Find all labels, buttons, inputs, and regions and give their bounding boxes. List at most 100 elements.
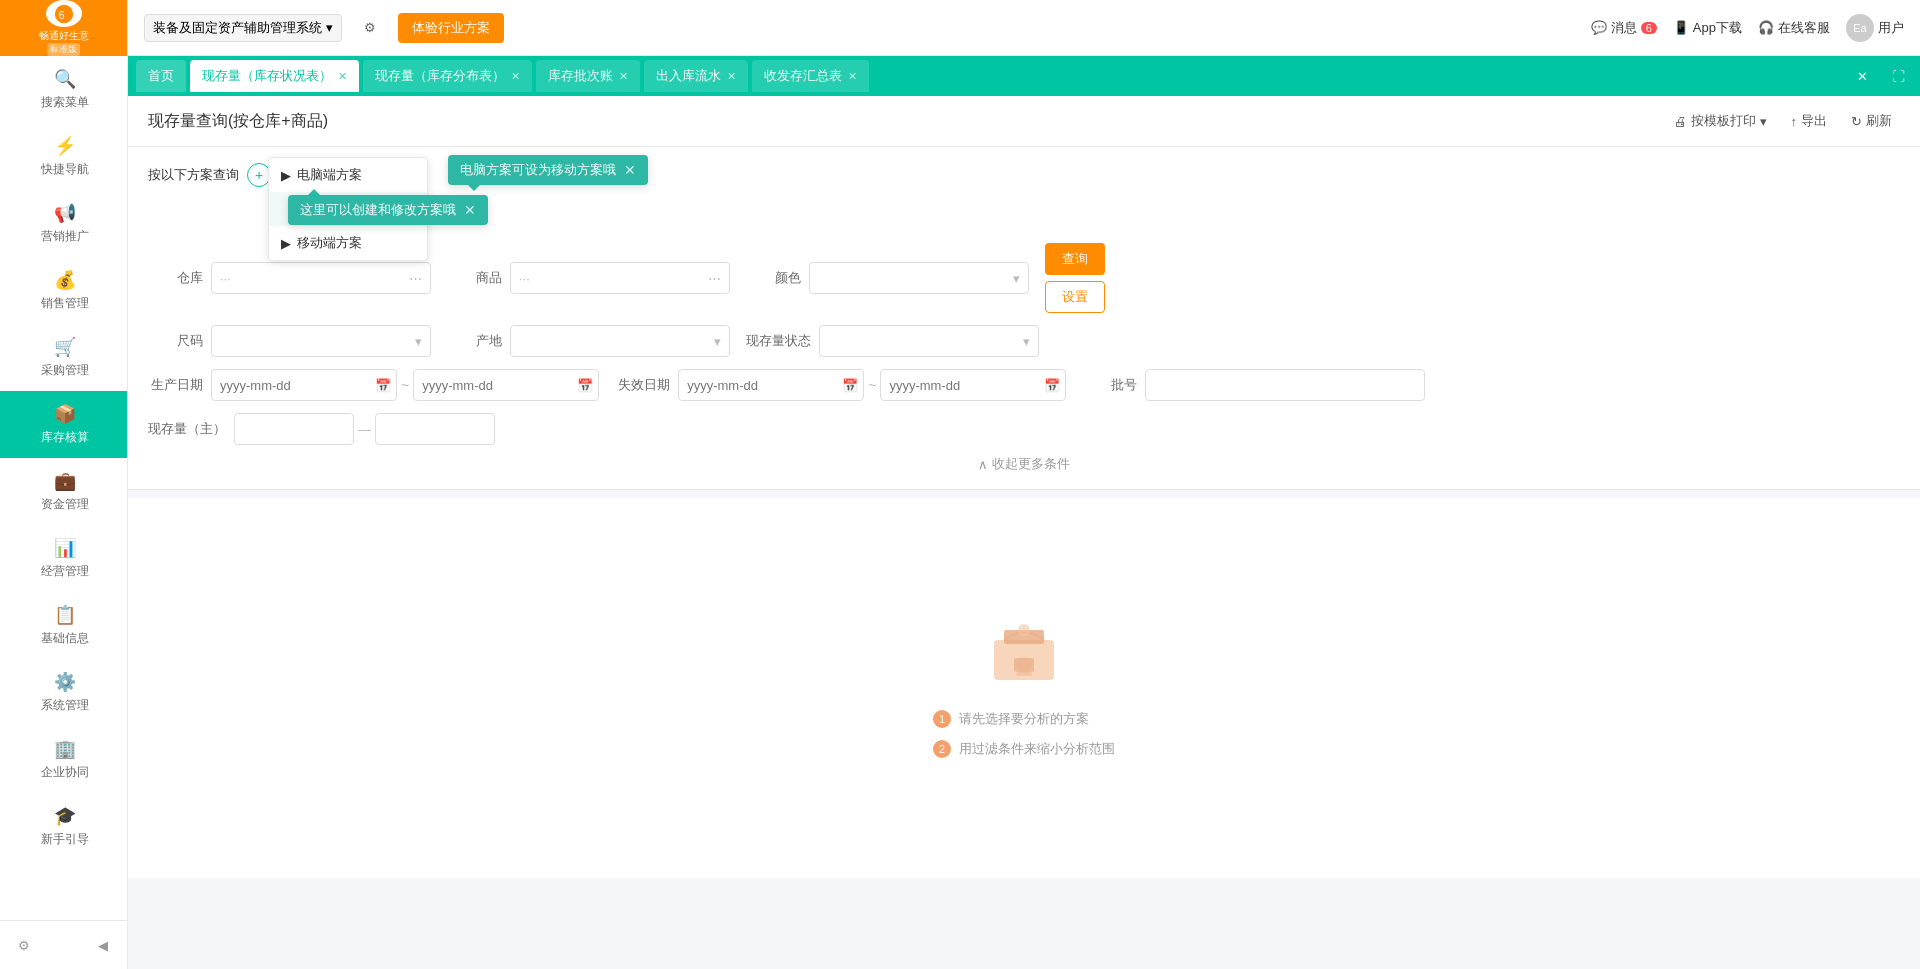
collapse-btn[interactable]: ∧ 收起更多条件: [978, 455, 1070, 473]
header-settings-btn[interactable]: ⚙: [354, 12, 386, 44]
color-select[interactable]: ▾: [809, 262, 1029, 294]
goods-placeholder: ···: [519, 271, 530, 286]
app-download-btn[interactable]: 📱 App下载: [1673, 19, 1742, 37]
stock-qty-max-input[interactable]: [375, 413, 495, 445]
search-button-area: 查询 设置: [1045, 243, 1105, 313]
tab-home[interactable]: 首页: [136, 60, 186, 92]
sidebar-item-marketing[interactable]: 📢 营销推广: [0, 190, 127, 257]
stock-qty-min-input[interactable]: [234, 413, 354, 445]
step-2-num: 2: [933, 740, 951, 758]
sidebar-item-guide[interactable]: 🎓 新手引导: [0, 793, 127, 860]
message-btn[interactable]: 💬 消息 6: [1591, 19, 1657, 37]
tab-stock-status[interactable]: 现存量（库存状况表） ✕: [190, 60, 359, 92]
prod-date-range: 📅 ~ 📅: [211, 369, 599, 401]
batch-field: 批号: [1082, 369, 1425, 401]
schema-item-pc[interactable]: ▶ 电脑端方案: [269, 158, 427, 192]
sidebar-item-sales[interactable]: 💰 销售管理: [0, 257, 127, 324]
tab-recv-summary-close[interactable]: ✕: [848, 70, 857, 83]
enterprise-icon: 🏢: [54, 738, 76, 760]
prod-date-label: 生产日期: [148, 376, 203, 394]
user-label: 用户: [1878, 19, 1904, 37]
prod-date-start-wrapper: 📅: [211, 369, 397, 401]
tab-stock-status-close[interactable]: ✕: [338, 70, 347, 83]
stock-status-expand-icon: ▾: [1023, 334, 1030, 349]
collapse-sidebar-btn[interactable]: ◀: [89, 931, 117, 959]
origin-select[interactable]: ▾: [510, 325, 730, 357]
tab-stock-dist[interactable]: 现存量（库存分布表） ✕: [363, 60, 532, 92]
tab-stock-batch-close[interactable]: ✕: [619, 70, 628, 83]
industry-plan-button[interactable]: 体验行业方案: [398, 13, 504, 43]
prod-date-start-input[interactable]: [211, 369, 397, 401]
reset-button[interactable]: 设置: [1045, 281, 1105, 313]
tooltip2-close[interactable]: ✕: [464, 202, 476, 218]
empty-step-2: 2 用过滤条件来缩小分析范围: [933, 736, 1115, 762]
system-name-selector[interactable]: 装备及固定资产辅助管理系统 ▾: [144, 14, 342, 42]
tab-stock-flow[interactable]: 出入库流水 ✕: [644, 60, 748, 92]
tab-stock-status-label: 现存量（库存状况表）: [202, 67, 332, 85]
batch-input[interactable]: [1145, 369, 1425, 401]
sidebar-item-purchase[interactable]: 🛒 采购管理: [0, 324, 127, 391]
schema-item-mobile[interactable]: ▶ 移动端方案: [269, 226, 427, 260]
sidebar: 6 畅通好生意 标准版 🔍 搜索菜单 ⚡ 快捷导航 📢 营销推广 💰 销售管理 …: [0, 0, 128, 969]
tabs-bar: 首页 现存量（库存状况表） ✕ 现存量（库存分布表） ✕ 库存批次账 ✕ 出入库…: [128, 56, 1920, 96]
settings-footer-btn[interactable]: ⚙: [10, 931, 38, 959]
stock-sep: —: [358, 422, 371, 437]
color-label: 颜色: [746, 269, 801, 287]
tab-recv-summary[interactable]: 收发存汇总表 ✕: [752, 60, 869, 92]
tab-close-all-btn[interactable]: ✕: [1848, 62, 1876, 90]
stock-status-select[interactable]: ▾: [819, 325, 1039, 357]
warehouse-field: 仓库 ··· ⋯: [148, 262, 431, 294]
sidebar-item-quick-nav[interactable]: ⚡ 快捷导航: [0, 123, 127, 190]
tab-stock-flow-close[interactable]: ✕: [727, 70, 736, 83]
filter-label: 按以下方案查询: [148, 166, 239, 184]
expire-date-end-input[interactable]: [880, 369, 1066, 401]
step-2-text: 用过滤条件来缩小分析范围: [959, 736, 1115, 762]
operations-icon: 📊: [54, 537, 76, 559]
user-menu-btn[interactable]: Ea 用户: [1846, 14, 1904, 42]
goods-select[interactable]: ··· ⋯: [510, 262, 730, 294]
tab-stock-batch-label: 库存批次账: [548, 67, 613, 85]
sidebar-footer: ⚙ ◀: [0, 920, 127, 969]
search-menu-icon: 🔍: [54, 68, 76, 90]
online-support-btn[interactable]: 🎧 在线客服: [1758, 19, 1830, 37]
refresh-btn[interactable]: ↻ 刷新: [1843, 108, 1900, 134]
prod-date-end-wrapper: 📅: [413, 369, 599, 401]
tooltip1-close[interactable]: ✕: [624, 162, 636, 178]
sidebar-item-search-menu[interactable]: 🔍 搜索菜单: [0, 56, 127, 123]
expire-date-field: 失效日期 📅 ~ 📅: [615, 369, 1066, 401]
sidebar-item-inventory[interactable]: 📦 库存核算: [0, 391, 127, 458]
color-expand-icon: ▾: [1013, 271, 1020, 286]
logo-icon: 6: [46, 0, 82, 27]
collapse-up-icon: ∧: [978, 457, 988, 472]
refresh-icon: ↻: [1851, 114, 1862, 129]
svg-rect-7: [1016, 672, 1032, 676]
header: 装备及固定资产辅助管理系统 ▾ ⚙ 体验行业方案 💬 消息 6 📱 App下载 …: [128, 0, 1920, 56]
filter-row-4: 现存量（主） —: [148, 413, 1900, 445]
prod-date-end-input[interactable]: [413, 369, 599, 401]
page-header: 现存量查询(按仓库+商品) 🖨 按模板打印 ▾ ↑ 导出 ↻ 刷新: [128, 96, 1920, 147]
color-field: 颜色 ▾: [746, 262, 1029, 294]
print-template-btn[interactable]: 🖨 按模板打印 ▾: [1666, 108, 1775, 134]
svg-point-6: [1018, 624, 1030, 636]
warehouse-select[interactable]: ··· ⋯: [211, 262, 431, 294]
sidebar-item-system[interactable]: ⚙️ 系统管理: [0, 659, 127, 726]
step-1-num: 1: [933, 710, 951, 728]
expire-date-start-input[interactable]: [678, 369, 864, 401]
sidebar-item-basic-info[interactable]: 📋 基础信息: [0, 592, 127, 659]
size-select[interactable]: ▾: [211, 325, 431, 357]
sidebar-item-finance[interactable]: 💼 资金管理: [0, 458, 127, 525]
calendar-icon-prod-end: 📅: [577, 378, 593, 393]
export-btn[interactable]: ↑ 导出: [1783, 108, 1836, 134]
tab-expand-btn[interactable]: ⛶: [1884, 62, 1912, 90]
filter-area: 按以下方案查询 + ✎ « ▶ 电脑端方案 按照品: [128, 147, 1920, 490]
system-name-text: 装备及固定资产辅助管理系统: [153, 19, 322, 37]
sidebar-item-operations[interactable]: 📊 经营管理: [0, 525, 127, 592]
calendar-icon-prod-start: 📅: [375, 378, 391, 393]
tabs-controls: ✕ ⛶: [1848, 62, 1912, 90]
tab-stock-batch[interactable]: 库存批次账 ✕: [536, 60, 640, 92]
expire-date-range: 📅 ~ 📅: [678, 369, 1066, 401]
search-button[interactable]: 查询: [1045, 243, 1105, 275]
sidebar-item-enterprise[interactable]: 🏢 企业协同: [0, 726, 127, 793]
tab-stock-flow-label: 出入库流水: [656, 67, 721, 85]
tab-stock-dist-close[interactable]: ✕: [511, 70, 520, 83]
